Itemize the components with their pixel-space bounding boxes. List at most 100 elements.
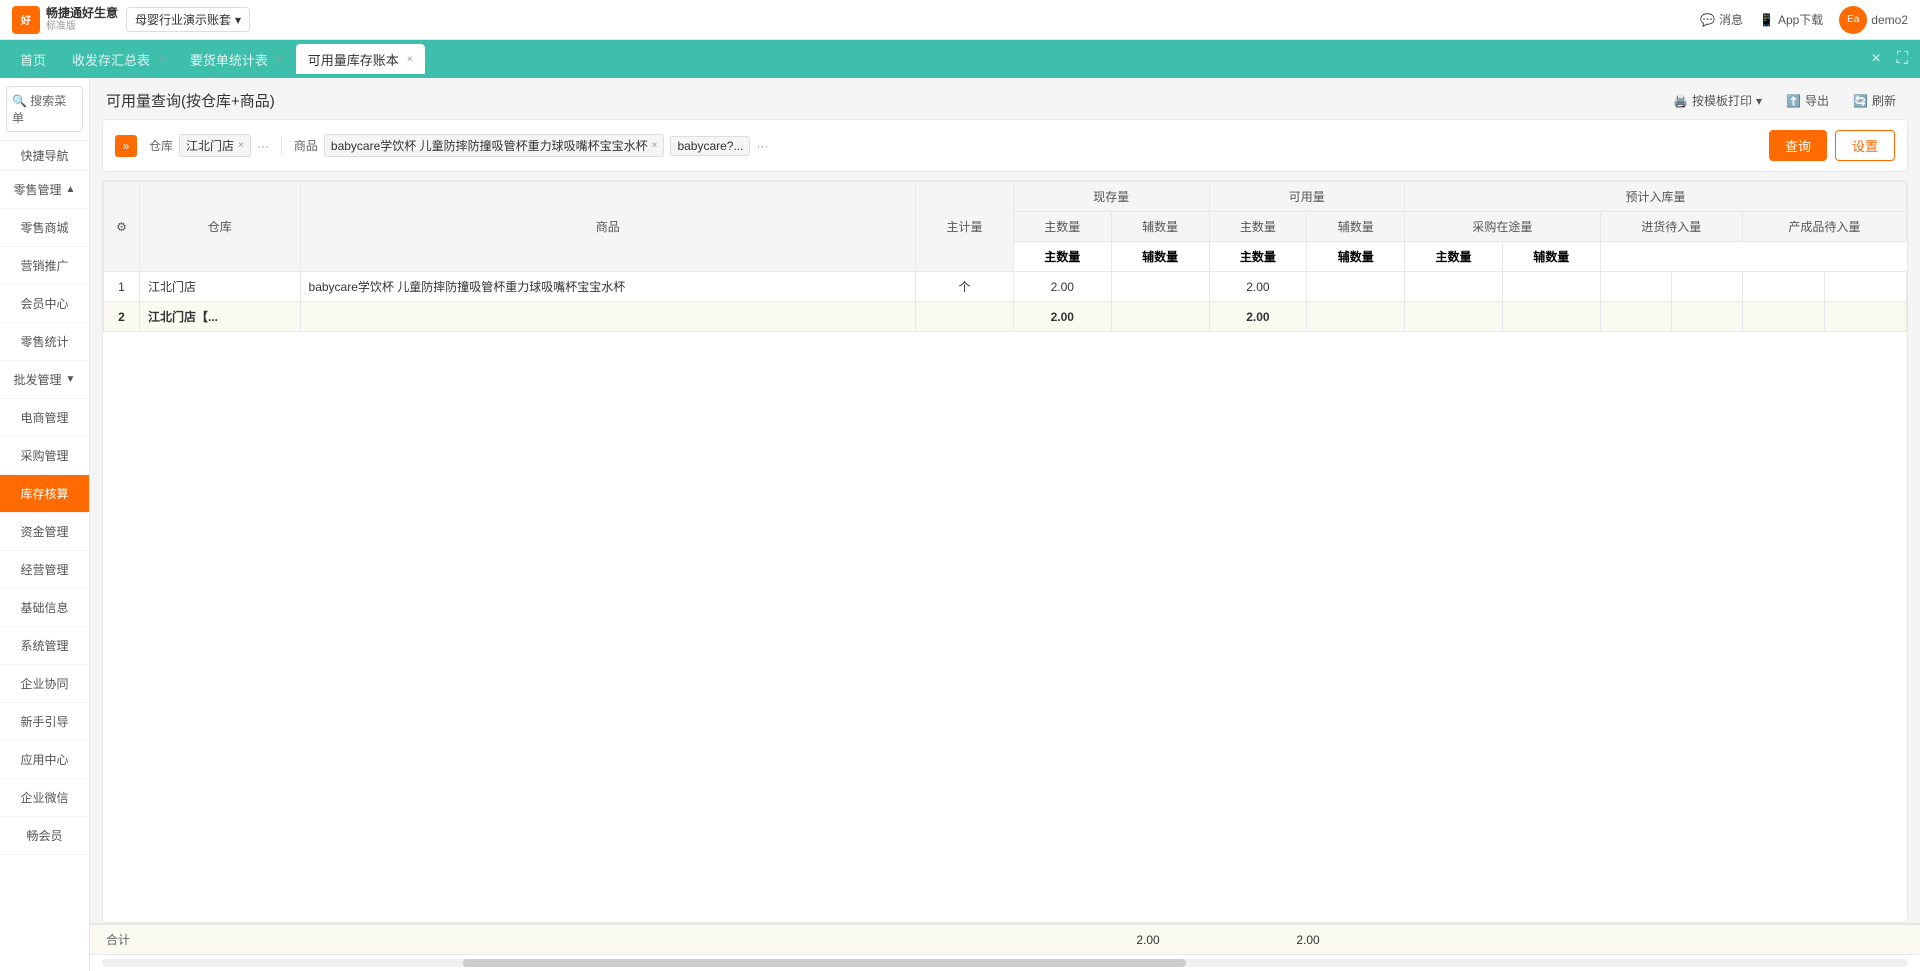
- sidebar-item-ecommerce-label: 电商管理: [20, 409, 68, 426]
- product-tag1[interactable]: babycare学饮杯 儿童防摔防撞吸管杯重力球吸嘴杯宝宝水杯 ×: [324, 134, 665, 157]
- sidebar-item-member2[interactable]: 畅会员: [0, 817, 89, 855]
- th-stock-main: 主数量: [1013, 212, 1111, 242]
- sidebar-item-operations[interactable]: 经营管理: [0, 551, 89, 589]
- sidebar-item-finance[interactable]: 资金管理: [0, 513, 89, 551]
- product-filter-group: 商品 babycare学饮杯 儿童防摔防撞吸管杯重力球吸嘴杯宝宝水杯 × bab…: [294, 134, 769, 157]
- sidebar-item-retail-mgmt[interactable]: 零售管理 ▲: [0, 171, 89, 209]
- message-btn[interactable]: 💬 消息: [1700, 11, 1743, 28]
- row1-unit: 个: [916, 272, 1014, 302]
- th-warehouse: 仓库: [140, 182, 301, 272]
- brand: 好 畅捷通好生意 标准版: [12, 6, 118, 34]
- tab-receive-close[interactable]: ×: [158, 54, 164, 65]
- row1-pt-main: [1405, 272, 1503, 302]
- th-avail-aux: 辅数量: [1307, 212, 1405, 242]
- tab-order[interactable]: 要货单统计表 ×: [178, 44, 294, 74]
- row1-fin-main: [1742, 272, 1824, 302]
- product-tag2[interactable]: babycare?...: [670, 136, 750, 156]
- sidebar-item-system[interactable]: 系统管理: [0, 627, 89, 665]
- th-estimated: 预计入库量: [1405, 182, 1907, 212]
- tab-bar: 首页 收发存汇总表 × 要货单统计表 × 可用量库存账本 × × ⛶: [0, 40, 1920, 78]
- sidebar-item-member[interactable]: 会员中心: [0, 285, 89, 323]
- sidebar-item-appstore-label: 应用中心: [20, 751, 68, 768]
- top-bar-right: 💬 消息 📱 App下载 Ea demo2: [1700, 6, 1908, 34]
- tab-receive[interactable]: 收发存汇总表 ×: [60, 44, 176, 74]
- th-avail: 可用量: [1209, 182, 1405, 212]
- filter-area: » 仓库 江北门店 × ··· 商品 babycare学饮杯 儿童防摔防撞吸管杯…: [102, 119, 1908, 172]
- print-btn[interactable]: 🖨️ 按模板打印 ▾: [1665, 88, 1770, 113]
- sidebar-item-finance-label: 资金管理: [20, 523, 68, 540]
- row1-ib-main: [1600, 272, 1671, 302]
- row1-product: babycare学饮杯 儿童防摔防撞吸管杯重力球吸嘴杯宝宝水杯: [300, 272, 916, 302]
- th-purchase-transit-main: 主数量: [1013, 242, 1111, 272]
- tab-order-close[interactable]: ×: [276, 54, 282, 65]
- filter-expand-btn[interactable]: »: [115, 135, 137, 157]
- footer-label: 合计: [102, 931, 130, 948]
- app-download-btn[interactable]: 📱 App下载: [1759, 11, 1823, 28]
- row2-stock-main: 2.00: [1013, 302, 1111, 332]
- warehouse-filter-group: 仓库 江北门店 × ···: [149, 134, 269, 157]
- th-inbound: 进货待入量: [1600, 212, 1742, 242]
- sidebar-item-inventory-check[interactable]: 库存核算: [0, 475, 89, 513]
- sidebar-item-operations-label: 经营管理: [20, 561, 68, 578]
- sidebar-item-guide[interactable]: 新手引导: [0, 703, 89, 741]
- row2-product: [300, 302, 916, 332]
- sidebar-item-appstore[interactable]: 应用中心: [0, 741, 89, 779]
- footer-ib-main: [1588, 933, 1668, 947]
- tab-expand-btn[interactable]: ⛶: [1893, 48, 1912, 70]
- tab-inventory-close[interactable]: ×: [407, 54, 413, 65]
- brand-sub: 标准版: [46, 21, 118, 33]
- sidebar-item-wholesale[interactable]: 批发管理 ▼: [0, 361, 89, 399]
- sidebar-item-system-label: 系统管理: [20, 637, 68, 654]
- refresh-label: 刷新: [1872, 92, 1896, 109]
- sidebar-item-retail-stat[interactable]: 零售统计: [0, 323, 89, 361]
- tab-inventory[interactable]: 可用量库存账本 ×: [296, 44, 425, 74]
- sidebar-item-purchase[interactable]: 采购管理: [0, 437, 89, 475]
- sidebar-item-ecommerce[interactable]: 电商管理: [0, 399, 89, 437]
- tab-close-all-btn[interactable]: ×: [1867, 48, 1884, 70]
- tab-receive-label: 收发存汇总表: [72, 50, 150, 69]
- tab-home[interactable]: 首页: [8, 44, 58, 74]
- warehouse-more[interactable]: ···: [257, 139, 269, 153]
- user-profile[interactable]: Ea demo2: [1839, 6, 1908, 34]
- product-label: 商品: [294, 137, 318, 154]
- th-inbound-aux: 辅数量: [1307, 242, 1405, 272]
- message-label: 消息: [1719, 11, 1743, 28]
- sidebar-item-wechat[interactable]: 企业微信: [0, 779, 89, 817]
- warehouse-label: 仓库: [149, 137, 173, 154]
- tab-inventory-label: 可用量库存账本: [308, 50, 399, 69]
- footer-stock-aux: [1188, 933, 1268, 947]
- industry-selector[interactable]: 母婴行业演示账套 ▾: [126, 7, 250, 32]
- query-btn[interactable]: 查询: [1769, 130, 1827, 161]
- product-tag1-remove[interactable]: ×: [652, 140, 658, 151]
- footer-empty1: [868, 933, 948, 947]
- tab-home-label: 首页: [20, 50, 46, 69]
- sidebar-item-marketing[interactable]: 营销推广: [0, 247, 89, 285]
- warehouse-tag-remove[interactable]: ×: [238, 140, 244, 151]
- sidebar-item-basic-label: 基础信息: [20, 599, 68, 616]
- sidebar-quick-nav[interactable]: 快捷导航: [0, 141, 89, 171]
- brand-name: 畅捷通好生意: [46, 6, 118, 20]
- th-settings[interactable]: ⚙: [104, 182, 140, 272]
- sidebar-search-btn[interactable]: 🔍 搜索菜单: [6, 86, 83, 132]
- row1-no: 1: [104, 272, 140, 302]
- settings-btn[interactable]: 设置: [1835, 130, 1895, 161]
- sidebar-item-retail-mall[interactable]: 零售商城: [0, 209, 89, 247]
- export-btn[interactable]: ⬆️ 导出: [1778, 88, 1837, 113]
- industry-label: 母婴行业演示账套: [135, 11, 231, 28]
- sidebar-arrow-retail-mgmt: ▲: [66, 184, 76, 195]
- footer-fin-main: [1748, 933, 1828, 947]
- dropdown-icon: ▾: [235, 13, 241, 27]
- scrollbar-track[interactable]: [102, 959, 1908, 967]
- refresh-btn[interactable]: 🔄 刷新: [1845, 88, 1904, 113]
- th-stock-aux: 辅数量: [1111, 212, 1209, 242]
- warehouse-tag[interactable]: 江北门店 ×: [179, 134, 251, 157]
- sidebar-item-inventory-check-label: 库存核算: [20, 485, 68, 502]
- product-tag1-text: babycare学饮杯 儿童防摔防撞吸管杯重力球吸嘴杯宝宝水杯: [331, 137, 648, 154]
- filter-actions: 查询 设置: [1769, 130, 1895, 161]
- row1-avail-aux: [1307, 272, 1405, 302]
- row2-fin-main: [1742, 302, 1824, 332]
- product-more[interactable]: ···: [756, 139, 768, 153]
- sidebar-item-enterprise[interactable]: 企业协同: [0, 665, 89, 703]
- scrollbar-thumb[interactable]: [463, 959, 1185, 967]
- sidebar-item-basic[interactable]: 基础信息: [0, 589, 89, 627]
